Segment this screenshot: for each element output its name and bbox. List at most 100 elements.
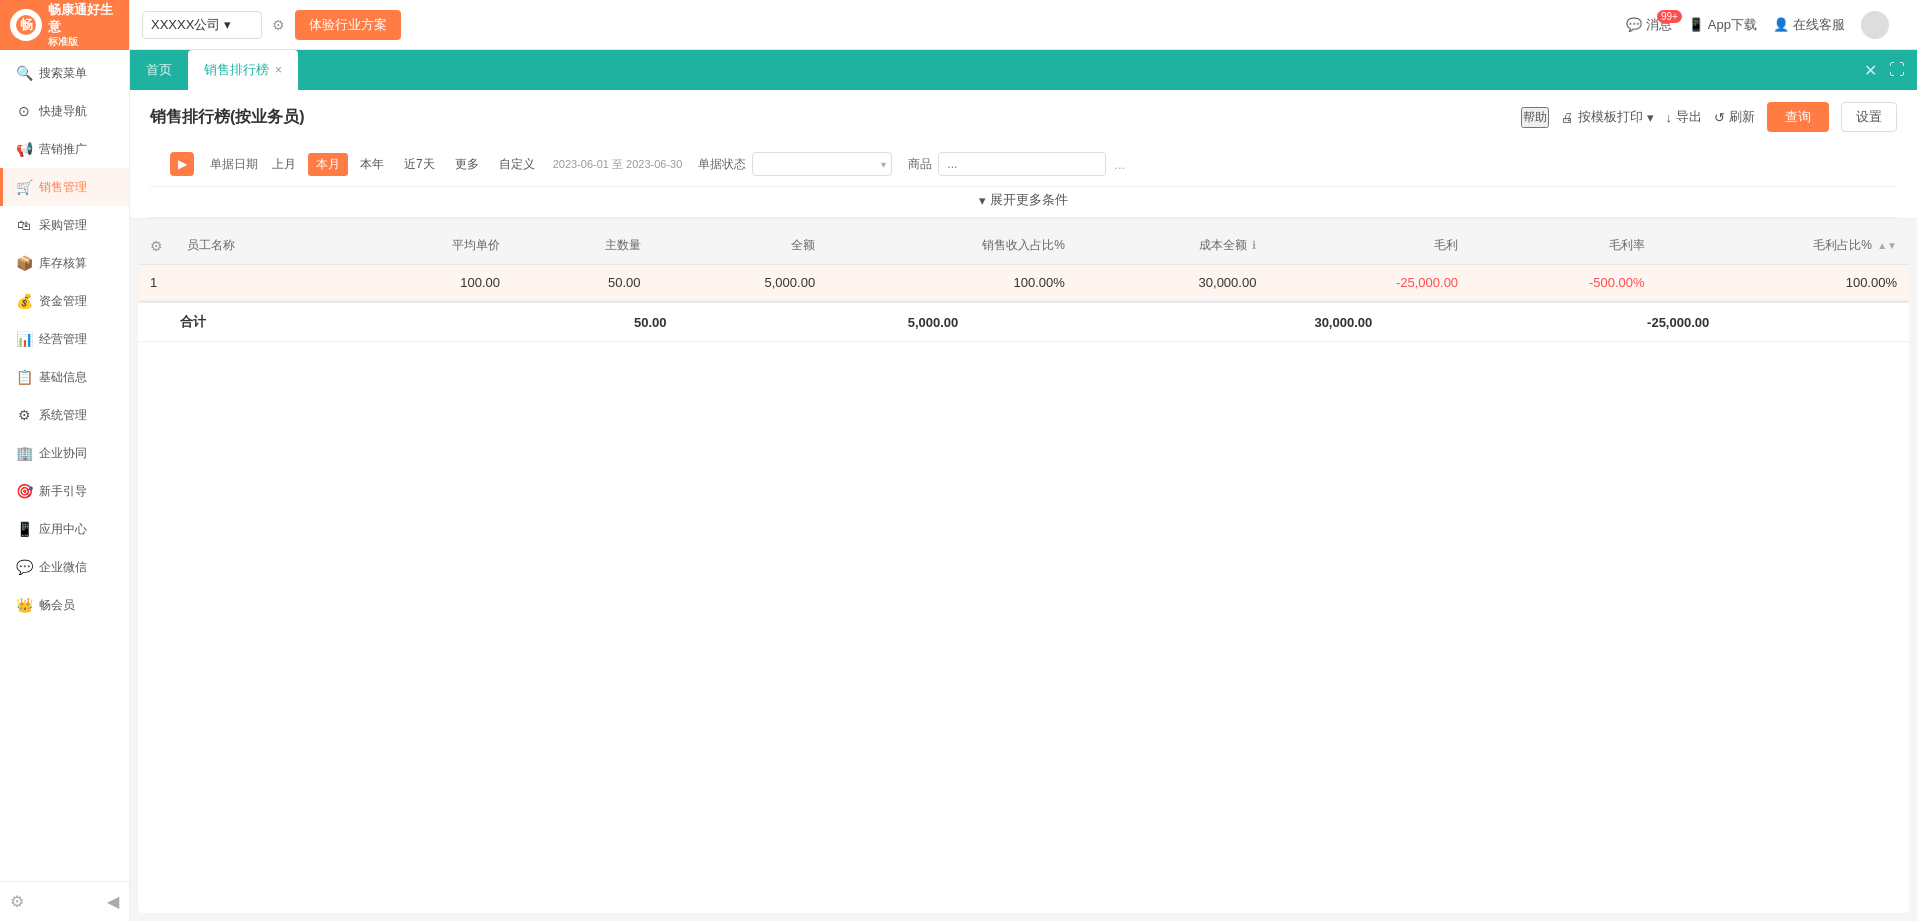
main-area: XXXXX公司 ▾ ⚙ 体验行业方案 💬 消息 99+ 📱 App下载 👤 在线… — [130, 0, 1917, 921]
date-tab-7days[interactable]: 近7天 — [396, 153, 443, 176]
sidebar-item-marketing[interactable]: 📢 营销推广 — [0, 130, 129, 168]
tab-sales-ranking-label: 销售排行榜 — [204, 61, 269, 79]
goods-input[interactable] — [938, 152, 1106, 176]
tab-close-all-icon[interactable]: ✕ — [1864, 61, 1877, 80]
footer-main-qty: 50.00 — [457, 303, 678, 342]
date-tab-this-year[interactable]: 本年 — [352, 153, 392, 176]
sidebar-item-member[interactable]: 👑 畅会员 — [0, 586, 129, 624]
col-sales-pct-header: 销售收入占比% — [827, 227, 1077, 265]
cell-rank-0: 1 — [138, 265, 175, 301]
sidebar-item-operation[interactable]: 📊 经营管理 — [0, 320, 129, 358]
message-icon: 💬 — [1626, 17, 1642, 32]
nav-label-system: 系统管理 — [39, 407, 87, 424]
app-download-icon: 📱 — [1688, 17, 1704, 32]
date-tab-last-month[interactable]: 上月 — [264, 153, 304, 176]
online-service-button[interactable]: 👤 在线客服 — [1773, 16, 1845, 34]
cell-gross-pct-0: 100.00% — [1657, 265, 1909, 301]
logo-subtitle: 标准版 — [48, 35, 119, 48]
avatar[interactable] — [1861, 11, 1889, 39]
expand-icon: ▾ — [979, 193, 986, 208]
settings-bottom-icon[interactable]: ⚙ — [10, 892, 24, 911]
expand-row: ▾ 展开更多条件 — [150, 187, 1897, 218]
footer-label: 合计 — [168, 303, 364, 342]
print-icon: 🖨 — [1561, 110, 1574, 125]
help-button[interactable]: 帮助 — [1521, 107, 1549, 128]
trial-button[interactable]: 体验行业方案 — [295, 10, 401, 40]
tab-home-label: 首页 — [146, 61, 172, 79]
sidebar-item-guide[interactable]: 🎯 新手引导 — [0, 472, 129, 510]
nav-icon-shortcut: ⊙ — [15, 102, 33, 120]
company-selector[interactable]: XXXXX公司 ▾ — [142, 11, 262, 39]
sidebar-item-base[interactable]: 📋 基础信息 — [0, 358, 129, 396]
nav-label-inventory: 库存核算 — [39, 255, 87, 272]
nav-label-marketing: 营销推广 — [39, 141, 87, 158]
nav-icon-purchase: 🛍 — [15, 216, 33, 234]
cell-cost-0: 30,000.00 — [1077, 265, 1269, 301]
nav-label-guide: 新手引导 — [39, 483, 87, 500]
cost-info-icon[interactable]: ℹ — [1252, 239, 1256, 251]
sidebar-item-finance[interactable]: 💰 资金管理 — [0, 282, 129, 320]
app-download-button[interactable]: 📱 App下载 — [1688, 16, 1757, 34]
nav-icon-finance: 💰 — [15, 292, 33, 310]
sidebar: 畅 畅康通好生意 标准版 🔍 搜索菜单 ⊙ 快捷导航 📢 营销推广 🛒 销售管理… — [0, 0, 130, 921]
date-tab-custom[interactable]: 自定义 — [491, 153, 543, 176]
nav-label-shortcut: 快捷导航 — [39, 103, 87, 120]
nav-icon-operation: 📊 — [15, 330, 33, 348]
query-button[interactable]: 查询 — [1767, 102, 1829, 132]
footer-sales-pct — [970, 303, 1064, 342]
refresh-button[interactable]: ↺ 刷新 — [1714, 108, 1755, 126]
sidebar-logo: 畅 畅康通好生意 标准版 — [0, 0, 129, 50]
nav-label-finance: 资金管理 — [39, 293, 87, 310]
nav-icon-guide: 🎯 — [15, 482, 33, 500]
cell-avg-price-0: 100.00 — [344, 265, 513, 301]
nav-icon-sales: 🛒 — [15, 178, 33, 196]
sidebar-item-wechat[interactable]: 💬 企业微信 — [0, 548, 129, 586]
col-amount-header: 全额 — [653, 227, 828, 265]
nav-icon-search: 🔍 — [15, 64, 33, 82]
status-filter: 单据状态 — [698, 152, 892, 176]
cell-gross-0: -25,000.00 — [1268, 265, 1470, 301]
print-button[interactable]: 🖨 按模板打印 ▾ — [1561, 108, 1654, 126]
online-service-label: 在线客服 — [1793, 16, 1845, 34]
tab-close-icon[interactable]: × — [275, 63, 282, 77]
print-label: 按模板打印 — [1578, 108, 1643, 126]
sidebar-item-inventory[interactable]: 📦 库存核算 — [0, 244, 129, 282]
logo-title: 畅康通好生意 — [48, 2, 119, 36]
gross-pct-sort-icon[interactable]: ▲▼ — [1877, 240, 1897, 251]
export-button[interactable]: ↓ 导出 — [1666, 108, 1703, 126]
sidebar-bottom: ⚙ ◀ — [0, 881, 129, 921]
company-name: XXXXX公司 — [151, 16, 220, 34]
tab-home[interactable]: 首页 — [130, 50, 188, 90]
date-tab-this-month[interactable]: 本月 — [308, 153, 348, 176]
sidebar-item-shortcut[interactable]: ⊙ 快捷导航 — [0, 92, 129, 130]
sidebar-item-sales[interactable]: 🛒 销售管理 — [0, 168, 129, 206]
status-select[interactable] — [752, 152, 892, 176]
page-title: 销售排行榜(按业务员) — [150, 107, 305, 128]
footer-gross: -25,000.00 — [1384, 303, 1721, 342]
sidebar-item-apps[interactable]: 📱 应用中心 — [0, 510, 129, 548]
column-settings-icon[interactable]: ⚙ — [150, 238, 163, 254]
nav-icon-marketing: 📢 — [15, 140, 33, 158]
tab-sales-ranking[interactable]: 销售排行榜 × — [188, 50, 298, 90]
topbar: XXXXX公司 ▾ ⚙ 体验行业方案 💬 消息 99+ 📱 App下载 👤 在线… — [130, 0, 1917, 50]
footer-gross-pct — [1815, 303, 1909, 342]
footer-row: 合计 50.00 5,000.00 30,000.00 -25,000.00 — [138, 303, 1909, 342]
sidebar-item-search[interactable]: 🔍 搜索菜单 — [0, 54, 129, 92]
sidebar-item-purchase[interactable]: 🛍 采购管理 — [0, 206, 129, 244]
sidebar-item-system[interactable]: ⚙ 系统管理 — [0, 396, 129, 434]
settings-button[interactable]: 设置 — [1841, 102, 1897, 132]
nav-label-sales: 销售管理 — [39, 179, 87, 196]
date-tab-more[interactable]: 更多 — [447, 153, 487, 176]
nav-label-member: 畅会员 — [39, 597, 75, 614]
collapse-icon[interactable]: ◀ — [107, 892, 119, 911]
expand-button[interactable]: ▾ 展开更多条件 — [979, 191, 1068, 209]
gear-icon[interactable]: ⚙ — [272, 17, 285, 33]
col-name-header: 员工名称 — [175, 227, 344, 265]
cell-gross-rate-0: -500.00% — [1470, 265, 1656, 301]
message-button[interactable]: 💬 消息 99+ — [1626, 16, 1672, 34]
filter-collapse-btn[interactable]: ▶ — [170, 152, 194, 176]
sidebar-item-enterprise[interactable]: 🏢 企业协同 — [0, 434, 129, 472]
tab-maximize-icon[interactable]: ⛶ — [1889, 61, 1905, 79]
cell-main-qty-0: 50.00 — [512, 265, 652, 301]
footer-avg-price — [364, 303, 458, 342]
